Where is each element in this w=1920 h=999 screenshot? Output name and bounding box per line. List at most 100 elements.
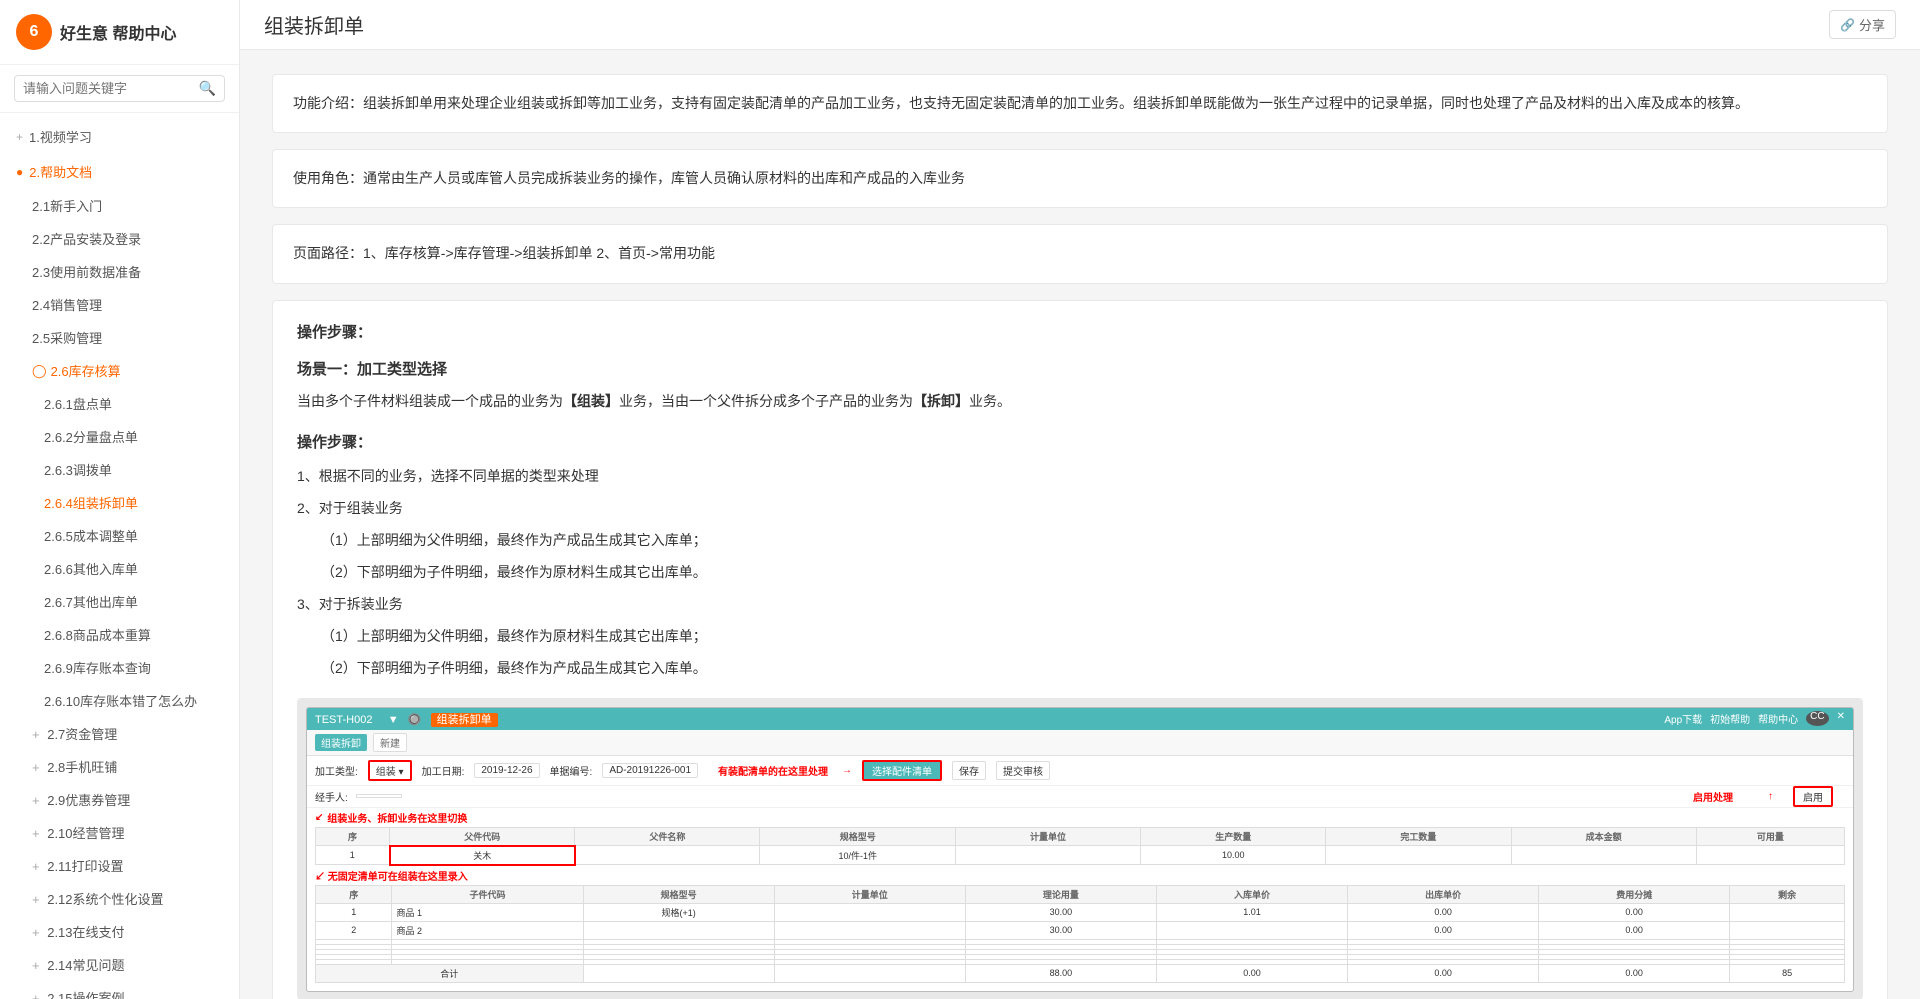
- sidebar-item-cases[interactable]: + 2.15操作案例: [0, 981, 239, 999]
- arrow-annotation-2: ↙: [315, 812, 323, 823]
- content-area: 功能介绍：组装拆卸单用来处理企业组装或拆卸等加工业务，支持有固定装配清单的产品加…: [240, 50, 1920, 999]
- search-icon[interactable]: 🔍: [199, 80, 216, 97]
- sidebar-item-docs-label: 2.帮助文档: [29, 162, 92, 181]
- sidebar-item-stock-error-label: 2.6.10库存账本错了怎么办: [44, 694, 197, 709]
- sidebar-item-biz[interactable]: + 2.10经营管理: [0, 816, 239, 849]
- sidebar-item-newbie[interactable]: 2.1新手入门: [0, 189, 239, 222]
- sidebar-item-other-out-label: 2.6.7其他出库单: [44, 595, 138, 610]
- lower-table: 序 子件代码 规格型号 计量单位 理论用量 入库单价 出库单价 费用分摊 剩余: [315, 885, 1845, 983]
- sidebar-item-cost[interactable]: 2.6.5成本调整单: [0, 519, 239, 552]
- plus-faq-icon: +: [32, 958, 40, 973]
- form-type-value[interactable]: 组装 ▾: [368, 760, 412, 781]
- role-block: 使用角色：通常由生产人员或库管人员完成拆装业务的操作，库管人员确认原材料的出库和…: [272, 149, 1888, 208]
- table-row: 2 商品 2 30.00 0.00 0.00: [316, 921, 1845, 939]
- btn-choose-config[interactable]: 选择配件清单: [862, 760, 942, 781]
- sidebar-item-coupon[interactable]: + 2.9优惠券管理: [0, 783, 239, 816]
- sidebar-item-stock-error[interactable]: 2.6.10库存账本错了怎么办: [0, 684, 239, 717]
- table-row: 1 商品 1 规格(+1) 30.00 1.01 0.00 0.00: [316, 903, 1845, 921]
- mock-screenshot: TEST-H002 ▼ 🔘 组装拆卸单 App下载初始帮助帮助中心 CC ✕ 组…: [298, 699, 1862, 999]
- sidebar-item-assembly[interactable]: 2.6.4组装拆卸单: [0, 486, 239, 519]
- arrow-icon-3: ↑: [1768, 791, 1773, 802]
- sidebar-item-video-label: 1.视频学习: [29, 127, 92, 146]
- logo-icon: 6: [16, 14, 52, 50]
- sidebar-item-goods-cost-label: 2.6.8商品成本重算: [44, 628, 151, 643]
- table-row: 1 关木 10/件-1件 10.00: [316, 846, 1845, 865]
- sidebar: 6 好生意 帮助中心 🔍 + 1.视频学习 ● 2.帮助文档 2.1新手入门 2…: [0, 0, 240, 999]
- role-text: 使用角色：通常由生产人员或库管人员完成拆装业务的操作，库管人员确认原材料的出库和…: [293, 170, 965, 186]
- sidebar-item-personalize-label: 2.12系统个性化设置: [47, 892, 163, 907]
- plus-mobile-icon: +: [32, 760, 40, 775]
- sidebar-item-capital[interactable]: + 2.7资金管理: [0, 717, 239, 750]
- btn-new-tab[interactable]: 新建: [373, 733, 407, 752]
- plus-personalize-icon: +: [32, 892, 40, 907]
- sidebar-item-install[interactable]: 2.2产品安装及登录: [0, 222, 239, 255]
- sidebar-item-goods-cost[interactable]: 2.6.8商品成本重算: [0, 618, 239, 651]
- sidebar-item-sales-label: 2.4销售管理: [32, 298, 102, 313]
- sidebar-item-stock-check-label: 2.6.9库存账本查询: [44, 661, 151, 676]
- form-label-date: 加工日期:: [422, 763, 465, 778]
- sidebar-item-adjust[interactable]: 2.6.3调拨单: [0, 453, 239, 486]
- plus-onlinepay-icon: +: [32, 925, 40, 940]
- btn-save-form[interactable]: 保存: [952, 761, 986, 780]
- plus-print-icon: +: [32, 859, 40, 874]
- sidebar-item-inventory[interactable]: ◯ 2.6库存核算: [0, 354, 239, 387]
- sidebar-item-other-in-label: 2.6.6其他入库单: [44, 562, 138, 577]
- lower-table-container: 序 子件代码 规格型号 计量单位 理论用量 入库单价 出库单价 费用分摊 剩余: [307, 885, 1853, 983]
- sidebar-item-online-pay[interactable]: + 2.13在线支付: [0, 915, 239, 948]
- ops-title: 操作步骤：: [297, 321, 1863, 342]
- form-label-code: 单据编号:: [550, 763, 593, 778]
- sidebar-item-assembly-label: 2.6.4组装拆卸单: [44, 496, 138, 511]
- step2-2: （2）下部明细为子件明细，最终作为原材料生成其它出库单。: [297, 558, 1863, 586]
- search-box: 🔍: [14, 75, 225, 102]
- btn-assembly-tab[interactable]: 组装拆卸: [315, 734, 367, 751]
- sidebar-item-sales[interactable]: 2.4销售管理: [0, 288, 239, 321]
- arrow-icon-1: →: [842, 765, 852, 776]
- sidebar-item-biz-label: 2.10经营管理: [47, 826, 124, 841]
- share-button[interactable]: 🔗 分享: [1829, 10, 1896, 39]
- sidebar-item-personalize[interactable]: + 2.12系统个性化设置: [0, 882, 239, 915]
- app-title-bar: TEST-H002 ▼ 🔘 组装拆卸单 App下载初始帮助帮助中心 CC ✕: [307, 708, 1853, 730]
- top-bar: 组装拆卸单 🔗 分享: [240, 0, 1920, 50]
- search-input[interactable]: [23, 81, 199, 96]
- sidebar-item-purchase-label: 2.5采购管理: [32, 331, 102, 346]
- field-operator-value[interactable]: [356, 794, 402, 798]
- form-date-value: 2019-12-26: [474, 763, 539, 778]
- step1: 1、根据不同的业务，选择不同单据的类型来处理: [297, 462, 1863, 490]
- btn-audit-form[interactable]: 提交审核: [996, 761, 1050, 780]
- field-label-operator: 经手人:: [315, 789, 348, 804]
- logo-text: 好生意 帮助中心: [60, 20, 176, 44]
- btn-enable[interactable]: 启用: [1793, 786, 1833, 807]
- sidebar-item-stock-check[interactable]: 2.6.9库存账本查询: [0, 651, 239, 684]
- upper-table-container: 序 父件代码 父件名称 规格型号 计量单位 生产数量 完工数量 成本金额 可用量: [307, 827, 1853, 866]
- intro-text: 功能介绍：组装拆卸单用来处理企业组装或拆卸等加工业务，支持有固定装配清单的产品加…: [293, 95, 1749, 111]
- sidebar-item-faq[interactable]: + 2.14常见问题: [0, 948, 239, 981]
- scenario1-desc: 当由多个子件材料组装成一个成品的业务为【组装】业务，当由一个父件拆分成多个子产品…: [297, 387, 1863, 415]
- table-footer-row: 合计 88.00 0.00 0.00 0.00 85: [316, 964, 1845, 982]
- sidebar-item-other-in[interactable]: 2.6.6其他入库单: [0, 552, 239, 585]
- sidebar-item-mobile-label: 2.8手机旺铺: [47, 760, 117, 775]
- sidebar-item-video[interactable]: + 1.视频学习: [0, 119, 239, 154]
- sidebar-item-mobile[interactable]: + 2.8手机旺铺: [0, 750, 239, 783]
- sidebar-item-partial[interactable]: 2.6.2分量盘点单: [0, 420, 239, 453]
- page-title: 组装拆卸单: [264, 10, 364, 39]
- operator-row: 经手人: 启用处理 ↑ 启用: [307, 786, 1853, 808]
- sidebar-item-adjust-label: 2.6.3调拨单: [44, 463, 112, 478]
- logo-area: 6 好生意 帮助中心: [0, 0, 239, 65]
- sidebar-item-other-out[interactable]: 2.6.7其他出库单: [0, 585, 239, 618]
- annotation-4-row: ↙ 无固定清单可在组装在这里录入: [307, 866, 1853, 885]
- sidebar-item-docs[interactable]: ● 2.帮助文档: [0, 154, 239, 189]
- sidebar-item-purchase[interactable]: 2.5采购管理: [0, 321, 239, 354]
- search-area: 🔍: [0, 65, 239, 113]
- sidebar-item-stocktake-label: 2.6.1盘点单: [44, 397, 112, 412]
- operations-block: 操作步骤： 场景一：加工类型选择 当由多个子件材料组装成一个成品的业务为【组装】…: [272, 300, 1888, 999]
- sidebar-item-prepare-label: 2.3使用前数据准备: [32, 265, 141, 280]
- plus-coupon-icon: +: [32, 793, 40, 808]
- sidebar-item-prepare[interactable]: 2.3使用前数据准备: [0, 255, 239, 288]
- sidebar-item-install-label: 2.2产品安装及登录: [32, 232, 141, 247]
- app-window-title: TEST-H002 ▼ 🔘 组装拆卸单: [315, 711, 498, 727]
- sidebar-item-stocktake[interactable]: 2.6.1盘点单: [0, 387, 239, 420]
- scenario1-title: 场景一：加工类型选择: [297, 358, 1863, 379]
- sidebar-item-print[interactable]: + 2.11打印设置: [0, 849, 239, 882]
- form-label-type: 加工类型:: [315, 763, 358, 778]
- form-code-value: AD-20191226-001: [602, 763, 698, 778]
